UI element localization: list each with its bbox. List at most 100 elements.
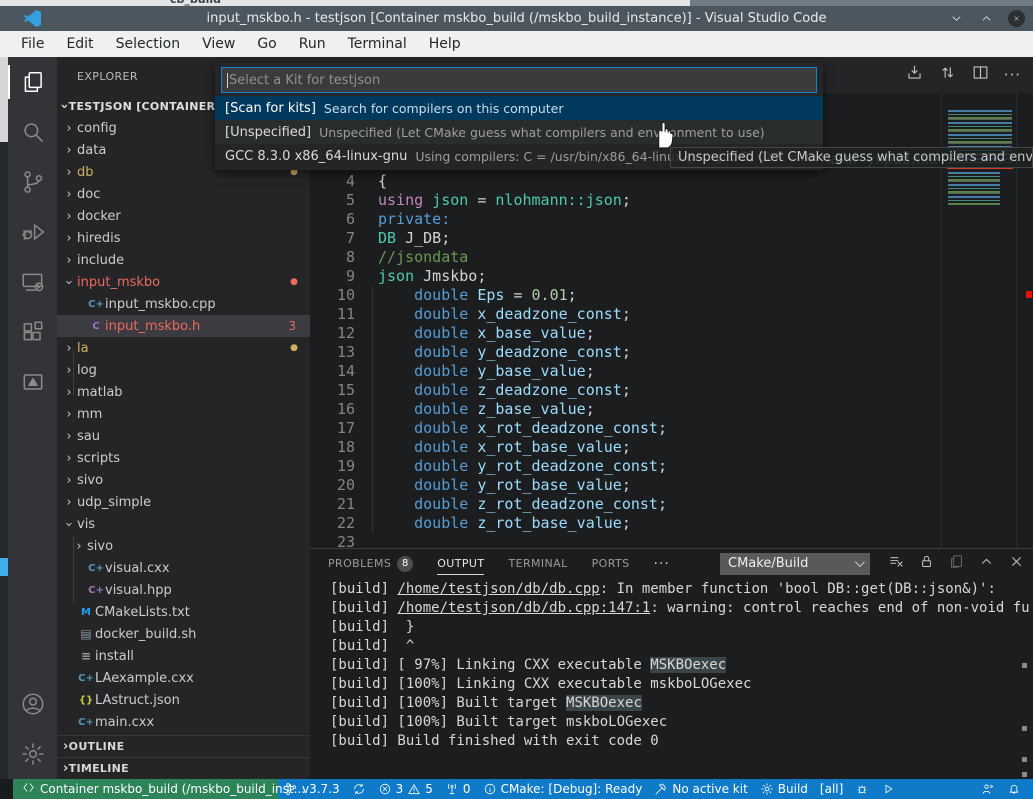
chevron-down-icon [61,517,77,532]
chevron-right-icon [61,143,77,158]
statusbar-feedback[interactable] [975,779,1001,799]
panel-more-tabs-icon[interactable]: ··· [653,556,669,572]
activitybar-source-control[interactable] [8,157,57,207]
lock-scroll-button[interactable] [918,553,935,574]
tree-item-udp-simple[interactable]: udp_simple [57,491,310,513]
activitybar-extensions[interactable] [8,307,57,357]
activitybar-settings[interactable] [8,729,57,779]
tree-item-label: hiredis [77,230,121,246]
tree-item-label: docker_build.sh [95,626,197,642]
tree-item-visual-hpp[interactable]: C+ visual.hpp [57,579,310,601]
maximize-button[interactable] [977,10,995,28]
tree-item-mm[interactable]: mm [57,403,310,425]
tree-item-main-cxx[interactable]: C+ main.cxx [57,711,310,733]
tree-item-doc[interactable]: doc [57,183,310,205]
split-editor-button[interactable] [971,63,990,86]
tree-item-visual-cxx[interactable]: C+ visual.cxx [57,557,310,579]
tree-item-log[interactable]: log [57,359,310,381]
panel-tab-problems[interactable]: PROBLEMS 8 [328,549,414,579]
activitybar-remote-explorer[interactable] [8,257,57,307]
output-console[interactable]: [build] /home/testjson/db/db.cpp: In mem… [330,580,1030,779]
menu-run[interactable]: Run [288,36,337,52]
menu-selection[interactable]: Selection [105,36,192,52]
tree-item-la[interactable]: la ● [57,337,310,359]
tree-item-scripts[interactable]: scripts [57,447,310,469]
tree-item-matlab[interactable]: matlab [57,381,310,403]
activitybar-cmake[interactable] [8,357,57,407]
tree-item-input-mskbo-cpp[interactable]: C+ input_mskbo.cpp [57,293,310,315]
statusbar-active-kit[interactable]: No active kit [648,779,753,799]
activitybar-account[interactable] [8,679,57,729]
menu-terminal[interactable]: Terminal [337,36,418,52]
build-tray-icon [905,63,924,82]
file-link[interactable]: /home/testjson/db/db.cpp [397,581,599,597]
tree-item-lastruct-json[interactable]: {} LAstruct.json [57,689,310,711]
activitybar-explorer[interactable] [8,57,57,107]
menu-help[interactable]: Help [418,36,472,52]
menu-go[interactable]: Go [246,36,287,52]
statusbar-notifications[interactable] [1001,779,1027,799]
statusbar-debug[interactable] [849,779,875,799]
bug-icon [855,782,869,796]
statusbar-cmake-status[interactable]: CMake: [Debug]: Ready [477,779,649,799]
tree-item-docker-build-sh[interactable]: ▤ docker_build.sh [57,623,310,645]
activitybar-run-debug[interactable] [8,207,57,257]
clear-output-button[interactable] [888,553,905,574]
quick-pick-item-1[interactable]: [Unspecified] Unspecified (Let CMake gues… [215,120,823,144]
menu-view[interactable]: View [191,36,246,52]
minimap[interactable] [948,172,1000,205]
code-line-16: 16 double z_base_value; [310,400,941,419]
statusbar-build-target[interactable]: [all] [814,779,849,799]
timeline-section[interactable]: TIMELINE [57,757,310,779]
tree-item-sivo[interactable]: sivo [57,469,310,491]
menu-file[interactable]: File [10,36,55,52]
outline-section[interactable]: OUTLINE [57,735,310,757]
more-actions-button[interactable]: ··· [1004,66,1021,84]
close-panel-button[interactable] [1008,553,1025,574]
quick-pick-input[interactable]: Select a Kit for testjson [221,67,817,93]
statusbar-ports[interactable]: 0 [439,779,477,799]
line-number: 12 [336,324,355,342]
output-line-2: [build] /home/testjson/db/db.cpp:147:1: … [330,600,1030,616]
build-button[interactable] [905,63,924,86]
panel-tab-terminal[interactable]: TERMINAL [508,549,567,579]
statusbar-git-version[interactable]: v3.7.3 [278,779,346,799]
panel-tab-ports[interactable]: PORTS [592,549,630,579]
statusbar-run[interactable] [875,779,901,799]
activitybar-search[interactable] [8,107,57,157]
file-tree: config data db ● doc docker hiredis include inpu… [57,117,310,733]
code-line-13: 13 double y_deadzone_const; [310,343,941,362]
panel-tab-label: PORTS [591,557,630,570]
tree-item-include[interactable]: include [57,249,310,271]
file-link[interactable]: /home/testjson/db/db.cpp:147:1 [397,600,650,616]
chevron-right-icon [61,429,77,444]
tree-item-docker[interactable]: docker [57,205,310,227]
close-button[interactable] [1007,10,1025,28]
panel-tab-output[interactable]: OUTPUT [437,549,485,579]
tree-item-input-mskbo[interactable]: input_mskbo ● [57,271,310,293]
tree-item-sau[interactable]: sau [57,425,310,447]
switch-header-source-button[interactable] [938,63,957,86]
activity-bar [8,57,57,779]
statusbar-problems[interactable]: 35 [372,779,439,799]
statusbar-sync[interactable] [346,779,372,799]
tree-item-cmakelists-txt[interactable]: M CMakeLists.txt [57,601,310,623]
tree-item-sivo[interactable]: sivo [57,535,310,557]
tools-icon [654,782,668,796]
tree-item-label: sau [77,428,100,444]
background-window-edge [0,57,8,779]
remote-indicator[interactable]: Container mskbo_build (/mskbo_build_inst… [13,779,305,799]
maximize-panel-button[interactable] [978,553,995,574]
open-output-editor-button[interactable] [948,553,965,574]
tree-item-install[interactable]: ≡ install [57,645,310,667]
tree-item-input-mskbo-h[interactable]: Cinput_mskbo.h 3 [57,315,310,337]
code-lines[interactable]: 4{5 using json = nlohmann::json; 6 private:… [310,172,941,548]
menu-edit[interactable]: Edit [55,36,104,52]
statusbar-build[interactable]: Build [754,779,814,799]
tree-item-laexample-cxx[interactable]: C+ LAexample.cxx [57,667,310,689]
tree-item-hiredis[interactable]: hiredis [57,227,310,249]
tree-item-vis[interactable]: vis [57,513,310,535]
minimize-button[interactable] [947,10,965,28]
quick-pick-item-0[interactable]: [Scan for kits] Search for compilers on t… [215,96,823,120]
output-channel-select[interactable]: CMake/Build [720,552,870,575]
